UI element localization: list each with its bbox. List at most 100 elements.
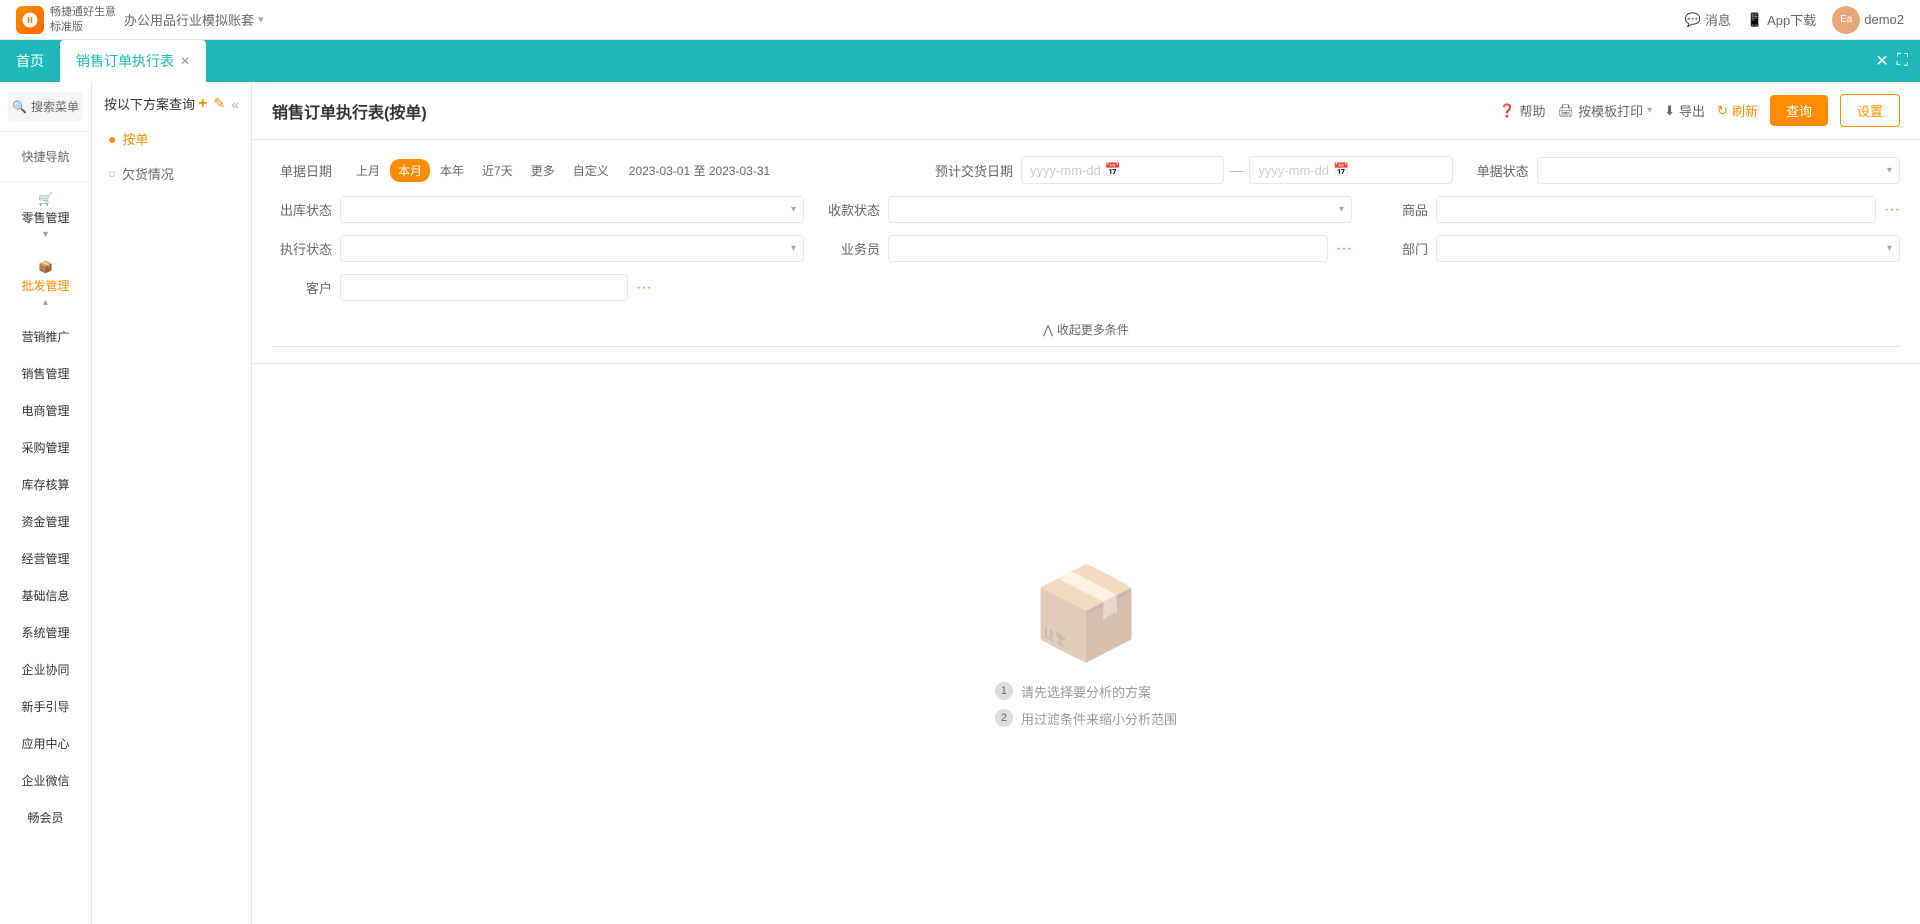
tab-close-button[interactable]: ✕ bbox=[180, 54, 190, 68]
date-label: 单据日期 bbox=[272, 161, 332, 180]
avatar-image: Ea bbox=[1832, 6, 1860, 34]
plan-inactive-icon: ○ bbox=[108, 166, 116, 181]
empty-state: 📦 1 请先选择要分析的方案 2 用过滤条件来缩小分析范围 bbox=[252, 364, 1920, 924]
page-title-bar: 销售订单执行表(按单) ❓ 帮助 🖨 按模板打印 ▾ ⬇ 导出 bbox=[252, 82, 1920, 140]
edit-plan-icon[interactable]: ✎ bbox=[213, 95, 225, 112]
sidebar-item-basics[interactable]: 基础信息 bbox=[0, 577, 91, 614]
sidebar-item-member[interactable]: 畅会员 bbox=[0, 799, 91, 836]
logo-text: 畅捷通好生意 标准版 bbox=[50, 5, 116, 34]
tab-expand-icon[interactable]: ⛶ bbox=[1897, 52, 1908, 70]
salesman-more-icon[interactable]: ··· bbox=[1336, 240, 1352, 258]
settings-button[interactable]: 设置 bbox=[1840, 94, 1900, 127]
exec-status-label: 执行状态 bbox=[272, 239, 332, 258]
query-button[interactable]: 查询 bbox=[1770, 95, 1828, 126]
filter-out-status: 出库状态 未出库 部分出库 全部出库 ▾ bbox=[272, 196, 804, 223]
expected-date-end[interactable]: yyyy-mm-dd 📅 bbox=[1249, 156, 1452, 184]
sidebar-item-wechat[interactable]: 企业微信 bbox=[0, 762, 91, 799]
goods-more-icon[interactable]: ··· bbox=[1884, 201, 1900, 219]
sidebar-item-newbie[interactable]: 新手引导 bbox=[0, 688, 91, 725]
user-avatar[interactable]: Ea demo2 bbox=[1832, 6, 1904, 34]
expected-date-start[interactable]: yyyy-mm-dd 📅 bbox=[1021, 156, 1224, 184]
sidebar-item-retail[interactable]: 🛒 零售管理 ▾ bbox=[0, 182, 91, 250]
export-button[interactable]: ⬇ 导出 bbox=[1664, 101, 1705, 120]
filter-row-4: 客户 ··· bbox=[272, 274, 1900, 301]
plan-active-icon: ● bbox=[108, 131, 116, 147]
customer-label: 客户 bbox=[272, 278, 332, 297]
sidebar-item-marketing[interactable]: 营销推广 bbox=[0, 318, 91, 355]
print-arrow-icon: ▾ bbox=[1647, 105, 1652, 116]
goods-input[interactable] bbox=[1436, 196, 1876, 223]
customer-input[interactable] bbox=[340, 274, 628, 301]
expected-delivery-label: 预计交货日期 bbox=[935, 161, 1013, 180]
sidebar-item-purchase[interactable]: 采购管理 bbox=[0, 429, 91, 466]
collapse-panel-icon[interactable]: « bbox=[231, 96, 239, 112]
main-content: 销售订单执行表(按单) ❓ 帮助 🖨 按模板打印 ▾ ⬇ 导出 bbox=[252, 82, 1920, 924]
logo-area: 畅捷通好生意 标准版 bbox=[16, 5, 116, 34]
filter-goods: 商品 ··· bbox=[1368, 196, 1900, 223]
dept-select[interactable] bbox=[1436, 235, 1900, 262]
date-tab-current-year[interactable]: 本年 bbox=[432, 159, 472, 182]
refresh-icon: ↻ bbox=[1717, 103, 1728, 119]
filter-row-3: 执行状态 执行中 已完成 ▾ 业务员 ··· bbox=[272, 235, 1900, 262]
goods-label: 商品 bbox=[1368, 200, 1428, 219]
plan-item-按单[interactable]: ● 按单 bbox=[92, 121, 251, 156]
sidebar-item-system[interactable]: 系统管理 bbox=[0, 614, 91, 651]
sidebar-item-inventory[interactable]: 库存核算 bbox=[0, 466, 91, 503]
tab-bar-right: ✕ ⛶ bbox=[1875, 51, 1920, 71]
app-download-button[interactable]: 📱 App下载 bbox=[1747, 10, 1816, 29]
plan-item-欠货[interactable]: ○ 欠货情况 bbox=[92, 156, 251, 191]
tab-sales-exec[interactable]: 销售订单执行表 ✕ bbox=[60, 40, 206, 82]
refresh-button[interactable]: ↻ 刷新 bbox=[1717, 101, 1758, 120]
print-button[interactable]: 🖨 按模板打印 ▾ bbox=[1558, 101, 1653, 120]
filter-section: 单据日期 上月 本月 本年 近7天 更多 自定义 2023-03-01 至 20… bbox=[252, 140, 1920, 364]
add-plan-icon[interactable]: + bbox=[198, 95, 207, 113]
sidebar-search-area: 🔍 搜索菜单 bbox=[0, 82, 91, 132]
customer-more-icon[interactable]: ··· bbox=[636, 279, 652, 297]
tab-close-all-icon[interactable]: ✕ bbox=[1875, 51, 1888, 71]
sidebar-quick-nav: 快捷导航 bbox=[0, 132, 91, 182]
collapse-bar[interactable]: ⋀ 收起更多条件 bbox=[272, 313, 1900, 347]
step-1-num: 1 bbox=[995, 682, 1013, 700]
calendar-icon: 📅 bbox=[1105, 162, 1121, 178]
help-icon: ❓ bbox=[1499, 103, 1515, 119]
header-right: 💬 消息 📱 App下载 Ea demo2 bbox=[1685, 6, 1904, 34]
calendar-end-icon: 📅 bbox=[1333, 162, 1349, 178]
left-panel: 按以下方案查询 + ✎ « ● 按单 ○ 欠货情况 bbox=[92, 82, 252, 924]
salesman-input[interactable] bbox=[888, 235, 1328, 262]
date-tabs: 上月 本月 本年 近7天 更多 自定义 bbox=[348, 159, 617, 182]
filter-salesman: 业务员 ··· bbox=[820, 235, 1352, 262]
sidebar-item-wholesale[interactable]: 📦 批发管理 ▴ bbox=[0, 250, 91, 318]
sidebar-item-quick-nav[interactable]: 快捷导航 bbox=[0, 140, 91, 173]
exec-status-select[interactable]: 执行中 已完成 bbox=[340, 235, 804, 262]
payment-status-select-wrap: 未收款 部分收款 全部收款 ▾ bbox=[888, 196, 1352, 223]
empty-steps: 1 请先选择要分析的方案 2 用过滤条件来缩小分析范围 bbox=[995, 682, 1177, 728]
sidebar-item-enterprise[interactable]: 企业协同 bbox=[0, 651, 91, 688]
sidebar-item-operations[interactable]: 经营管理 bbox=[0, 540, 91, 577]
date-tab-last7days[interactable]: 近7天 bbox=[474, 159, 521, 182]
out-status-select[interactable]: 未出库 部分出库 全部出库 bbox=[340, 196, 804, 223]
empty-illustration: 📦 bbox=[1030, 561, 1142, 666]
sidebar-item-apps[interactable]: 应用中心 bbox=[0, 725, 91, 762]
sidebar-item-finance[interactable]: 资金管理 bbox=[0, 503, 91, 540]
header-left: 畅捷通好生意 标准版 办公用品行业模拟账套 ▾ bbox=[16, 5, 264, 34]
logo-icon bbox=[16, 6, 44, 34]
order-status-select[interactable]: 未审核 已审核 已完成 bbox=[1537, 157, 1900, 184]
collapse-icon: ⋀ bbox=[1043, 323, 1053, 337]
help-button[interactable]: ❓ 帮助 bbox=[1499, 101, 1545, 120]
breadcrumb[interactable]: 办公用品行业模拟账套 ▾ bbox=[124, 10, 264, 29]
app-icon: 📱 bbox=[1747, 12, 1763, 28]
date-tab-last-month[interactable]: 上月 bbox=[348, 159, 388, 182]
date-tab-more[interactable]: 更多 bbox=[523, 159, 563, 182]
message-button[interactable]: 💬 消息 bbox=[1685, 10, 1731, 29]
payment-status-select[interactable]: 未收款 部分收款 全部收款 bbox=[888, 196, 1352, 223]
message-icon: 💬 bbox=[1685, 12, 1701, 28]
tab-home[interactable]: 首页 bbox=[0, 40, 60, 82]
date-tab-custom[interactable]: 自定义 bbox=[565, 159, 617, 182]
filter-date: 单据日期 上月 本月 本年 近7天 更多 自定义 2023-03-01 至 20… bbox=[272, 159, 919, 182]
page-title: 销售订单执行表(按单) bbox=[272, 99, 427, 123]
sidebar-menu: 🛒 零售管理 ▾ 📦 批发管理 ▴ 营销推广 销售管理 电商管理 采购管理 bbox=[0, 182, 91, 924]
sidebar-item-ecommerce[interactable]: 电商管理 bbox=[0, 392, 91, 429]
date-tab-current-month[interactable]: 本月 bbox=[390, 159, 430, 182]
search-menu-button[interactable]: 🔍 搜索菜单 bbox=[8, 92, 83, 121]
sidebar-item-sales[interactable]: 销售管理 bbox=[0, 355, 91, 392]
